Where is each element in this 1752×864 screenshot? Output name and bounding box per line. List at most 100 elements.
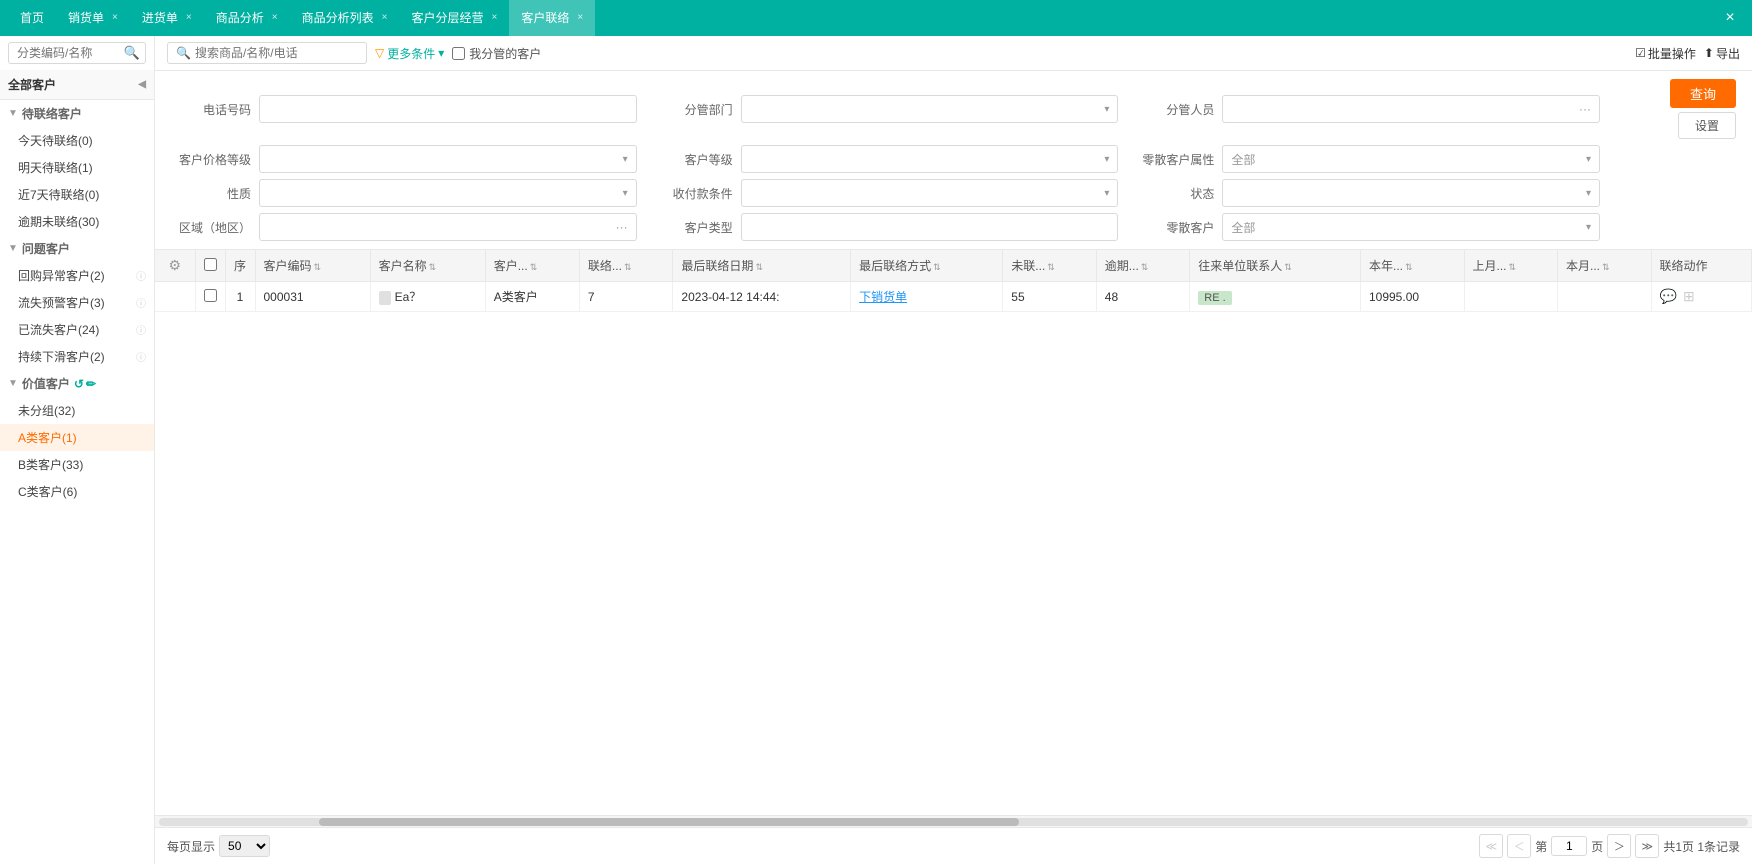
sidebar-search-icon[interactable]: 🔍: [124, 45, 140, 61]
col-this-month[interactable]: 本月...⇅: [1558, 250, 1652, 282]
filter-customer-type-input[interactable]: [741, 213, 1119, 241]
page-label-prefix: 第: [1535, 838, 1547, 855]
batch-ops-button[interactable]: ☑ 批量操作: [1635, 45, 1696, 62]
sidebar-item-overdue[interactable]: 逾期未联络(30): [0, 208, 154, 235]
col-customer-name[interactable]: 客户名称⇅: [370, 250, 485, 282]
collapse-icon[interactable]: ◀: [138, 79, 146, 90]
last-page-button[interactable]: ≫: [1635, 834, 1659, 858]
filter-dept-input[interactable]: ▾: [741, 95, 1119, 123]
sidebar-item-b-class[interactable]: B类客户(33): [0, 451, 154, 478]
sidebar-item-c-class[interactable]: C类客户(6): [0, 478, 154, 505]
nav-item-analysis[interactable]: 商品分析 ×: [204, 0, 290, 36]
last-way-link[interactable]: 下销货单: [859, 290, 907, 304]
page-size-select[interactable]: 10 20 50 100: [219, 835, 270, 857]
nav-item-home[interactable]: 首页: [8, 0, 56, 36]
sidebar-item-declining[interactable]: 持续下滑客户(2) ⓘ: [0, 343, 154, 370]
col-no-contact[interactable]: 未联...⇅: [1003, 250, 1097, 282]
col-this-year[interactable]: 本年...⇅: [1360, 250, 1464, 282]
nav-item-customer-segment[interactable]: 客户分层经营 ×: [399, 0, 509, 36]
filter-phone-input[interactable]: [259, 95, 637, 123]
col-customer-code[interactable]: 客户编码⇅: [255, 250, 370, 282]
chat-action-icon[interactable]: 💬: [1660, 288, 1677, 305]
nav-item-analysis-list[interactable]: 商品分析列表 ×: [290, 0, 400, 36]
customer-name-badge: [379, 291, 391, 305]
sidebar-item-churn-warning[interactable]: 流失预警客户(3) ⓘ: [0, 289, 154, 316]
row-code-cell: 000031: [255, 282, 370, 312]
price-level-arrow-icon: ▾: [623, 154, 628, 165]
row-checkbox[interactable]: [204, 289, 217, 302]
sort-type-icon: ⇅: [530, 262, 538, 272]
sidebar-item-repurchase-abnormal[interactable]: 回购异常客户(2) ⓘ: [0, 262, 154, 289]
col-last-contact-way[interactable]: 最后联络方式⇅: [851, 250, 1003, 282]
col-actions: 联络动作: [1651, 250, 1751, 282]
filter-price-level: 客户价格等级 ▾: [171, 145, 637, 173]
filter-scattered-input[interactable]: 全部▾: [1222, 213, 1600, 241]
sidebar-item-7days[interactable]: 近7天待联络(0): [0, 181, 154, 208]
refresh-value-icon[interactable]: ↺: [74, 377, 84, 391]
sidebar-item-tomorrow[interactable]: 明天待联络(1): [0, 154, 154, 181]
close-sales-icon[interactable]: ×: [112, 0, 118, 36]
close-all-button[interactable]: ×: [1716, 4, 1744, 32]
sort-overdue-icon: ⇅: [1141, 262, 1149, 272]
customer-name-text: Ea: [395, 290, 410, 304]
filter-scattered-attr: 零散客户属性 全部▾: [1134, 145, 1600, 173]
close-purchase-icon[interactable]: ×: [186, 0, 192, 36]
col-last-month[interactable]: 上月...⇅: [1464, 250, 1558, 282]
next-page-button[interactable]: ＞: [1607, 834, 1631, 858]
sidebar-item-a-class[interactable]: A类客户(1): [0, 424, 154, 451]
gear-icon[interactable]: ⚙: [168, 257, 181, 273]
filter-payment-input[interactable]: ▾: [741, 179, 1119, 207]
col-contact-count[interactable]: 联络...⇅: [579, 250, 673, 282]
close-analysis-list-icon[interactable]: ×: [382, 0, 388, 36]
filter-search-input[interactable]: [195, 46, 345, 60]
group-arrow-problem: ▼: [8, 243, 18, 254]
sort-this-month-icon: ⇅: [1602, 262, 1610, 272]
filter-customer-level-input[interactable]: ▾: [741, 145, 1119, 173]
col-contacts-person[interactable]: 往来单位联系人⇅: [1190, 250, 1361, 282]
grid-action-icon[interactable]: ⊞: [1683, 288, 1695, 305]
close-analysis-icon[interactable]: ×: [272, 0, 278, 36]
my-customer-checkbox[interactable]: [452, 47, 465, 60]
col-customer-type-header[interactable]: 客户...⇅: [485, 250, 579, 282]
edit-value-icon[interactable]: ✏: [86, 377, 96, 391]
select-all-checkbox[interactable]: [204, 258, 217, 271]
row-checkbox-cell[interactable]: [195, 282, 225, 312]
sidebar-item-churned[interactable]: 已流失客户(24) ⓘ: [0, 316, 154, 343]
export-button[interactable]: ⬆ 导出: [1704, 45, 1740, 62]
close-contact-icon[interactable]: ×: [577, 0, 583, 36]
col-overdue[interactable]: 逾期...⇅: [1096, 250, 1190, 282]
filter-region-input[interactable]: ···: [259, 213, 637, 241]
prev-page-button[interactable]: ＜: [1507, 834, 1531, 858]
sidebar-item-unclassified[interactable]: 未分组(32): [0, 397, 154, 424]
filter-price-level-input[interactable]: ▾: [259, 145, 637, 173]
col-checkbox[interactable]: [195, 250, 225, 282]
query-button[interactable]: 查询: [1670, 79, 1736, 108]
filter-scattered-attr-input[interactable]: 全部▾: [1222, 145, 1600, 173]
sidebar-all-customers[interactable]: 全部客户 ◀: [0, 70, 154, 100]
info-icon-declining: ⓘ: [136, 349, 146, 364]
current-page-input[interactable]: [1551, 836, 1587, 856]
first-page-button[interactable]: ≪: [1479, 834, 1503, 858]
filter-nature-input[interactable]: ▾: [259, 179, 637, 207]
set-button[interactable]: 设置: [1678, 112, 1736, 139]
nav-item-purchase[interactable]: 进货单 ×: [130, 0, 204, 36]
col-last-contact-date[interactable]: 最后联络日期⇅: [673, 250, 851, 282]
row-actions-cell: 💬 ⊞: [1651, 282, 1751, 312]
top-nav: 首页 销货单 × 进货单 × 商品分析 × 商品分析列表 × 客户分层经营 × …: [0, 0, 1752, 36]
nav-item-sales[interactable]: 销货单 ×: [56, 0, 130, 36]
filter-my-customer[interactable]: 我分管的客户: [452, 45, 541, 62]
row-last-way-cell[interactable]: 下销货单: [851, 282, 1003, 312]
horizontal-scrollbar[interactable]: [155, 815, 1752, 827]
filter-person-input[interactable]: ···: [1222, 95, 1600, 123]
close-segment-icon[interactable]: ×: [491, 0, 497, 36]
filter-phone-label: 电话号码: [171, 101, 251, 118]
sort-year-icon: ⇅: [1405, 262, 1413, 272]
filter-dept: 分管部门 ▾: [653, 95, 1119, 123]
nav-item-customer-contact[interactable]: 客户联络 ×: [509, 0, 595, 36]
filter-more-button[interactable]: ▽ 更多条件 ▾: [375, 45, 444, 62]
sidebar-item-today[interactable]: 今天待联络(0): [0, 127, 154, 154]
nature-arrow-icon: ▾: [623, 188, 628, 199]
col-gear[interactable]: ⚙: [155, 250, 195, 282]
filter-status-input[interactable]: ▾: [1222, 179, 1600, 207]
payment-arrow-icon: ▾: [1104, 188, 1109, 199]
